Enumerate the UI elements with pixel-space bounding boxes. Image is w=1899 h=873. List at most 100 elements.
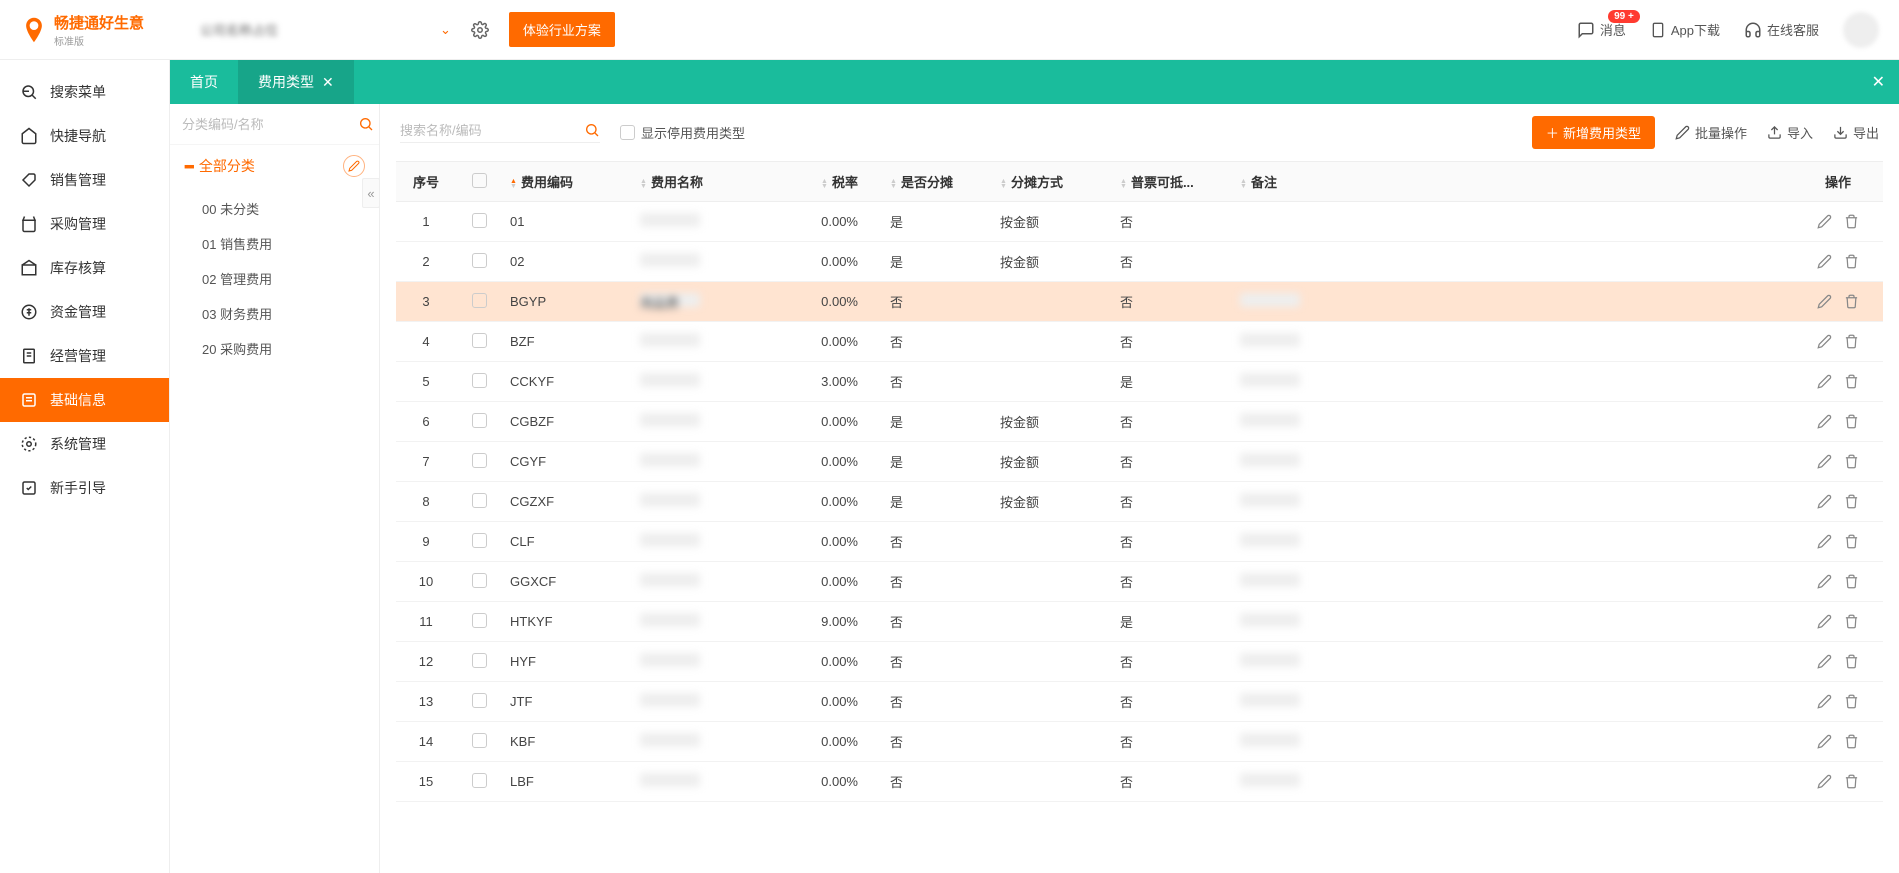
experience-button[interactable]: 体验行业方案 bbox=[509, 12, 615, 47]
sidebar-item-tag[interactable]: 销售管理 bbox=[0, 158, 169, 202]
edit-row-icon[interactable] bbox=[1817, 374, 1832, 389]
cell-checkbox[interactable] bbox=[456, 762, 502, 802]
batch-operation-button[interactable]: 批量操作 bbox=[1675, 123, 1747, 142]
app-download-link[interactable]: App下载 bbox=[1650, 20, 1720, 39]
company-selector[interactable]: 公司名称占位 bbox=[180, 20, 440, 39]
table-row[interactable]: 13JTF0.00%否否 bbox=[396, 682, 1883, 722]
delete-row-icon[interactable] bbox=[1844, 614, 1859, 629]
table-row[interactable]: 11HTKYF9.00%否是 bbox=[396, 602, 1883, 642]
col-remark[interactable]: ▲▼备注 bbox=[1232, 162, 1793, 202]
checkbox-icon[interactable] bbox=[472, 173, 487, 188]
delete-row-icon[interactable] bbox=[1844, 294, 1859, 309]
edit-row-icon[interactable] bbox=[1817, 734, 1832, 749]
col-rate[interactable]: ▲▼税率 bbox=[802, 162, 882, 202]
cell-checkbox[interactable] bbox=[456, 442, 502, 482]
edit-row-icon[interactable] bbox=[1817, 694, 1832, 709]
edit-category-icon[interactable] bbox=[343, 155, 365, 177]
sidebar-item-house[interactable]: 库存核算 bbox=[0, 246, 169, 290]
delete-row-icon[interactable] bbox=[1844, 694, 1859, 709]
collapse-tree-icon[interactable]: « bbox=[362, 178, 380, 208]
edit-row-icon[interactable] bbox=[1817, 254, 1832, 269]
edit-row-icon[interactable] bbox=[1817, 214, 1832, 229]
category-search-input[interactable] bbox=[182, 117, 358, 132]
table-row[interactable]: 3BGYP用品费0.00%否否 bbox=[396, 282, 1883, 322]
search-icon[interactable] bbox=[584, 122, 600, 138]
close-all-icon[interactable]: ✕ bbox=[1858, 72, 1899, 92]
avatar[interactable] bbox=[1843, 12, 1879, 48]
col-name[interactable]: ▲▼费用名称 bbox=[632, 162, 802, 202]
sidebar-item-paper[interactable]: 经营管理 bbox=[0, 334, 169, 378]
table-row[interactable]: 6CGBZF0.00%是按金额否 bbox=[396, 402, 1883, 442]
table-row[interactable]: 15LBF0.00%否否 bbox=[396, 762, 1883, 802]
delete-row-icon[interactable] bbox=[1844, 494, 1859, 509]
online-service-link[interactable]: 在线客服 bbox=[1744, 20, 1819, 39]
table-row[interactable]: 2020.00%是按金额否 bbox=[396, 242, 1883, 282]
delete-row-icon[interactable] bbox=[1844, 334, 1859, 349]
edit-row-icon[interactable] bbox=[1817, 454, 1832, 469]
table-row[interactable]: 5CCKYF3.00%否是 bbox=[396, 362, 1883, 402]
tree-item[interactable]: 20 采购费用 bbox=[170, 331, 379, 366]
add-expense-type-button[interactable]: ＋ 新增费用类型 bbox=[1532, 116, 1655, 149]
table-row[interactable]: 1010.00%是按金额否 bbox=[396, 202, 1883, 242]
export-button[interactable]: 导出 bbox=[1833, 123, 1879, 142]
col-share[interactable]: ▲▼是否分摊 bbox=[882, 162, 992, 202]
edit-row-icon[interactable] bbox=[1817, 414, 1832, 429]
delete-row-icon[interactable] bbox=[1844, 374, 1859, 389]
cell-checkbox[interactable] bbox=[456, 322, 502, 362]
import-button[interactable]: 导入 bbox=[1767, 123, 1813, 142]
delete-row-icon[interactable] bbox=[1844, 734, 1859, 749]
delete-row-icon[interactable] bbox=[1844, 454, 1859, 469]
tree-item[interactable]: 03 财务费用 bbox=[170, 296, 379, 331]
edit-row-icon[interactable] bbox=[1817, 534, 1832, 549]
delete-row-icon[interactable] bbox=[1844, 774, 1859, 789]
edit-row-icon[interactable] bbox=[1817, 494, 1832, 509]
cell-checkbox[interactable] bbox=[456, 202, 502, 242]
tab-home[interactable]: 首页 bbox=[170, 60, 238, 104]
chevron-down-icon[interactable]: ⌄ bbox=[440, 22, 451, 38]
edit-row-icon[interactable] bbox=[1817, 614, 1832, 629]
edit-row-icon[interactable] bbox=[1817, 334, 1832, 349]
messages-link[interactable]: 消息 99 + bbox=[1577, 20, 1626, 39]
delete-row-icon[interactable] bbox=[1844, 654, 1859, 669]
all-categories-label[interactable]: 全部分类 bbox=[199, 156, 255, 176]
table-row[interactable]: 10GGXCF0.00%否否 bbox=[396, 562, 1883, 602]
col-deduct[interactable]: ▲▼普票可抵... bbox=[1112, 162, 1232, 202]
col-seq[interactable]: 序号 bbox=[396, 162, 456, 202]
table-row[interactable]: 7CGYF0.00%是按金额否 bbox=[396, 442, 1883, 482]
edit-row-icon[interactable] bbox=[1817, 654, 1832, 669]
tree-item[interactable]: 01 销售费用 bbox=[170, 226, 379, 261]
logo[interactable]: 畅捷通好生意 标准版 bbox=[20, 12, 180, 48]
sidebar-item-home[interactable]: 快捷导航 bbox=[0, 114, 169, 158]
cell-checkbox[interactable] bbox=[456, 362, 502, 402]
delete-row-icon[interactable] bbox=[1844, 414, 1859, 429]
cell-checkbox[interactable] bbox=[456, 402, 502, 442]
cell-checkbox[interactable] bbox=[456, 522, 502, 562]
show-disabled-checkbox[interactable]: 显示停用费用类型 bbox=[620, 123, 745, 142]
cell-checkbox[interactable] bbox=[456, 722, 502, 762]
col-method[interactable]: ▲▼分摊方式 bbox=[992, 162, 1112, 202]
tree-item[interactable]: 02 管理费用 bbox=[170, 261, 379, 296]
delete-row-icon[interactable] bbox=[1844, 214, 1859, 229]
table-row[interactable]: 12HYF0.00%否否 bbox=[396, 642, 1883, 682]
cell-checkbox[interactable] bbox=[456, 562, 502, 602]
cell-checkbox[interactable] bbox=[456, 682, 502, 722]
delete-row-icon[interactable] bbox=[1844, 534, 1859, 549]
cell-checkbox[interactable] bbox=[456, 642, 502, 682]
col-checkbox[interactable] bbox=[456, 162, 502, 202]
sidebar-item-search[interactable]: 搜索菜单 bbox=[0, 70, 169, 114]
col-code[interactable]: ▲▼费用编码 bbox=[502, 162, 632, 202]
table-row[interactable]: 14KBF0.00%否否 bbox=[396, 722, 1883, 762]
tab-expense-type[interactable]: 费用类型 ✕ bbox=[238, 60, 354, 104]
sidebar-item-money[interactable]: 资金管理 bbox=[0, 290, 169, 334]
cell-checkbox[interactable] bbox=[456, 282, 502, 322]
close-icon[interactable]: ✕ bbox=[322, 74, 334, 91]
edit-row-icon[interactable] bbox=[1817, 294, 1832, 309]
sidebar-item-gear[interactable]: 系统管理 bbox=[0, 422, 169, 466]
table-row[interactable]: 8CGZXF0.00%是按金额否 bbox=[396, 482, 1883, 522]
cell-checkbox[interactable] bbox=[456, 482, 502, 522]
cell-checkbox[interactable] bbox=[456, 242, 502, 282]
sidebar-item-bag[interactable]: 采购管理 bbox=[0, 202, 169, 246]
delete-row-icon[interactable] bbox=[1844, 254, 1859, 269]
cell-checkbox[interactable] bbox=[456, 602, 502, 642]
delete-row-icon[interactable] bbox=[1844, 574, 1859, 589]
